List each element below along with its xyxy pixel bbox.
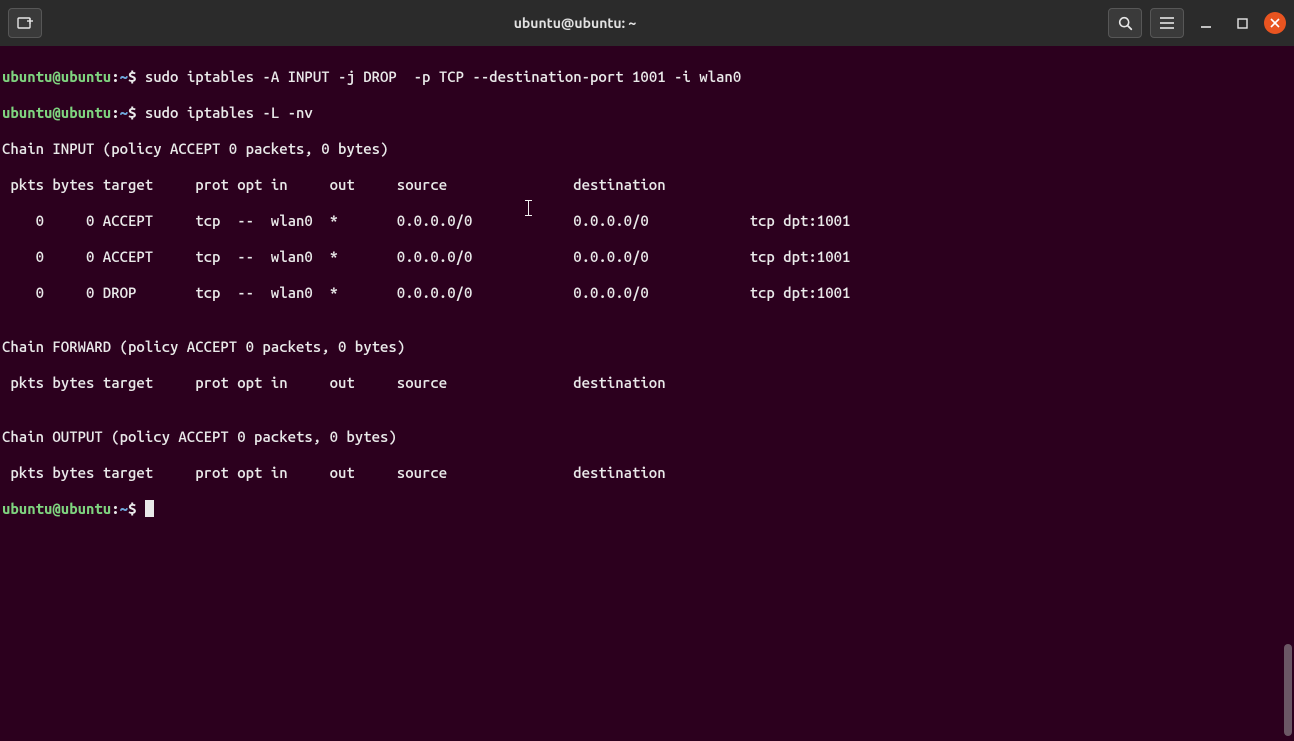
prompt-user-host: ubuntu@ubuntu — [2, 500, 111, 517]
output-row: 0 0 DROP tcp -- wlan0 * 0.0.0.0/0 0.0.0.… — [2, 284, 1292, 302]
prompt-colon: : — [111, 104, 119, 121]
prompt-path: ~ — [120, 500, 128, 517]
terminal-line: ubuntu@ubuntu:~$ sudo iptables -L -nv — [2, 104, 1292, 122]
prompt-path: ~ — [120, 68, 128, 85]
prompt-user-host: ubuntu@ubuntu — [2, 68, 111, 85]
output-header: pkts bytes target prot opt in out source… — [2, 374, 1292, 392]
output-chain-forward: Chain FORWARD (policy ACCEPT 0 packets, … — [2, 338, 1292, 356]
prompt-colon: : — [111, 500, 119, 517]
search-button[interactable] — [1108, 8, 1142, 38]
command-text: sudo iptables -A INPUT -j DROP -p TCP --… — [136, 68, 741, 85]
prompt-user-host: ubuntu@ubuntu — [2, 104, 111, 121]
output-row: 0 0 ACCEPT tcp -- wlan0 * 0.0.0.0/0 0.0.… — [2, 248, 1292, 266]
new-tab-button[interactable] — [8, 8, 42, 38]
terminal-cursor — [136, 500, 153, 517]
close-icon — [1270, 18, 1280, 28]
output-chain-output: Chain OUTPUT (policy ACCEPT 0 packets, 0… — [2, 428, 1292, 446]
command-text: sudo iptables -L -nv — [136, 104, 312, 121]
terminal-area[interactable]: ubuntu@ubuntu:~$ sudo iptables -A INPUT … — [0, 46, 1294, 538]
window-title: ubuntu@ubuntu: ~ — [42, 14, 1108, 32]
prompt-path: ~ — [120, 104, 128, 121]
maximize-button[interactable] — [1228, 8, 1256, 38]
hamburger-icon — [1160, 17, 1174, 29]
close-button[interactable] — [1264, 12, 1286, 34]
maximize-icon — [1237, 18, 1248, 29]
output-row: 0 0 ACCEPT tcp -- wlan0 * 0.0.0.0/0 0.0.… — [2, 212, 1292, 230]
output-header: pkts bytes target prot opt in out source… — [2, 464, 1292, 482]
prompt-colon: : — [111, 68, 119, 85]
new-tab-icon — [17, 16, 33, 30]
minimize-icon — [1200, 17, 1212, 29]
terminal-line: ubuntu@ubuntu:~$ sudo iptables -A INPUT … — [2, 68, 1292, 86]
terminal-line: ubuntu@ubuntu:~$ — [2, 500, 1292, 518]
scrollbar-thumb[interactable] — [1284, 644, 1292, 736]
output-header: pkts bytes target prot opt in out source… — [2, 176, 1292, 194]
search-icon — [1118, 16, 1133, 31]
output-chain-input: Chain INPUT (policy ACCEPT 0 packets, 0 … — [2, 140, 1292, 158]
titlebar: ubuntu@ubuntu: ~ — [0, 0, 1294, 46]
minimize-button[interactable] — [1192, 8, 1220, 38]
menu-button[interactable] — [1150, 8, 1184, 38]
